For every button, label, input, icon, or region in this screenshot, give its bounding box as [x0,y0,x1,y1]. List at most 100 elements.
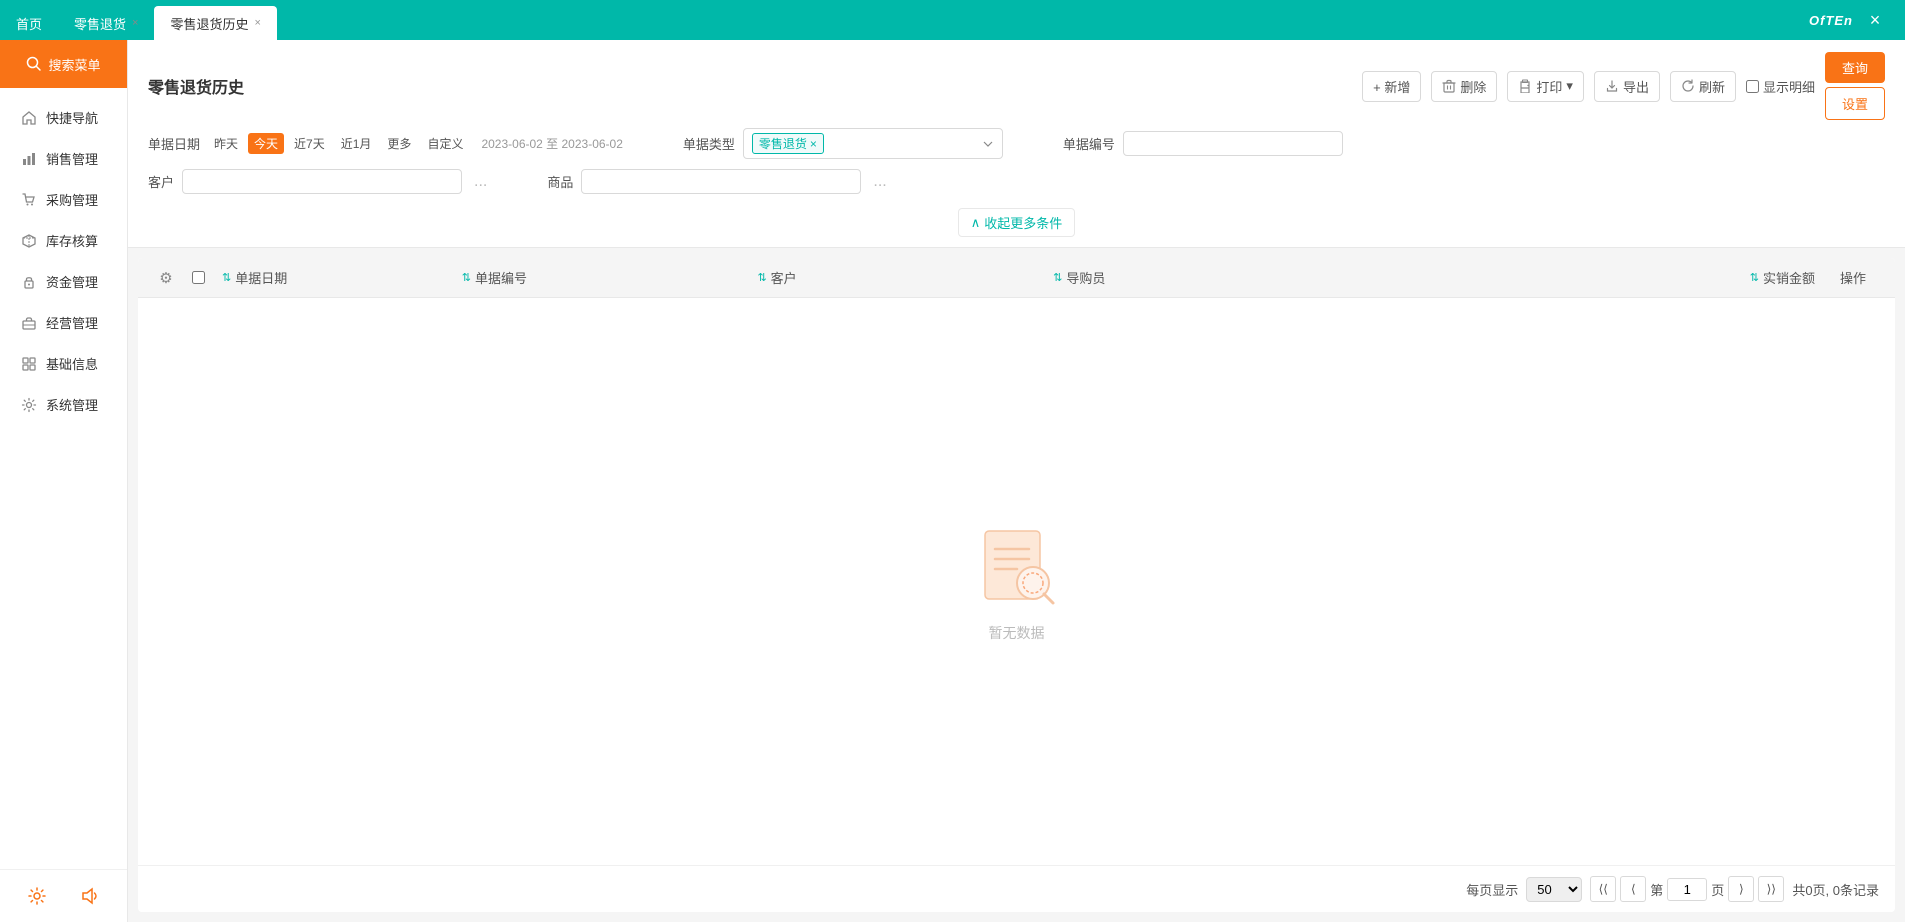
date-btn-more[interactable]: 更多 [381,133,417,154]
filter-type-item: 单据类型 零售退货 × [683,128,1003,159]
type-tag-close[interactable]: × [810,137,817,151]
sidebar-item-finance-label: 资金管理 [46,272,98,291]
print-icon [1518,79,1532,93]
date-btn-custom[interactable]: 自定义 [421,133,469,154]
top-bar: 首页 零售退货 × 零售退货历史 × OfTEn × [0,0,1905,40]
collapse-up-icon: ∧ [971,215,981,231]
goods-dots[interactable]: ... [873,173,886,191]
show-detail-checkbox-label[interactable]: 显示明细 [1746,77,1815,96]
page-title: 零售退货历史 [148,74,244,98]
sidebar-item-sales-label: 销售管理 [46,149,98,168]
sidebar-item-system-mgmt[interactable]: 系统管理 [4,385,123,424]
tab-retail-return-history[interactable]: 零售退货历史 × [154,6,276,40]
empty-state: 暂无数据 [138,298,1895,865]
settings-bottom-icon[interactable] [21,880,53,912]
window-close-button[interactable]: × [1861,6,1889,34]
customer-dots[interactable]: ... [474,173,487,191]
topbar-right: OfTEn × [1809,6,1905,34]
select-all-checkbox[interactable] [192,271,205,284]
export-icon [1605,79,1619,93]
box-icon [20,232,38,250]
empty-illustration [967,521,1067,611]
goods-filter-input[interactable] [581,169,861,194]
date-btn-7days[interactable]: 近7天 [288,133,331,154]
th-customer-label: 客户 [771,268,797,287]
query-button[interactable]: 查询 [1825,52,1885,83]
first-page-button[interactable]: ⟨⟨ [1590,876,1616,902]
sidebar-item-inventory-label: 库存核算 [46,231,98,250]
page-number-input[interactable] [1667,878,1707,901]
filter-date-item: 单据日期 昨天 今天 近7天 近1月 更多 自定义 2023-06-02 至 2… [148,133,623,154]
th-amount-label: 实销金额 [1763,268,1815,287]
filter-number-item: 单据编号 [1063,131,1343,156]
sidebar-item-inventory[interactable]: 库存核算 [4,221,123,260]
customer-filter-input[interactable] [182,169,462,194]
lock-icon [20,273,38,291]
collapse-label: 收起更多条件 [984,213,1062,232]
sidebar-item-finance[interactable]: 资金管理 [4,262,123,301]
tab-retail-return-label: 零售退货 [74,14,126,33]
tab-home[interactable]: 首页 [0,6,58,40]
page-size-select[interactable]: 20 50 100 [1526,877,1582,902]
tab-retail-return-close[interactable]: × [132,17,138,29]
sidebar-search-label: 搜索菜单 [48,55,100,74]
settings-button[interactable]: 设置 [1825,87,1885,120]
type-filter-select[interactable]: 零售退货 × [743,128,1003,159]
date-btn-1month[interactable]: 近1月 [335,133,378,154]
th-guide[interactable]: ⇅ 导购员 [1045,268,1620,287]
th-customer-icon: ⇅ [757,271,766,284]
th-amount-icon: ⇅ [1750,271,1759,284]
total-info: 共0页, 0条记录 [1792,880,1879,899]
prev-page-button[interactable]: ⟨ [1620,876,1646,902]
sidebar: 搜索菜单 快捷导航 销售管理 [0,40,128,922]
refresh-button[interactable]: 刷新 [1670,71,1736,102]
main-layout: 搜索菜单 快捷导航 销售管理 [0,40,1905,922]
new-button[interactable]: + 新增 [1362,71,1421,102]
collapse-button[interactable]: ∧ 收起更多条件 [958,208,1076,237]
delete-button[interactable]: 删除 [1431,71,1497,102]
brand-label: OfTEn [1809,13,1853,28]
sidebar-item-basic-info[interactable]: 基础信息 [4,344,123,383]
print-label: 打印 [1536,77,1562,96]
volume-icon[interactable] [74,880,106,912]
customer-filter-label: 客户 [148,172,174,191]
date-btn-yesterday[interactable]: 昨天 [208,133,244,154]
sidebar-item-operations[interactable]: 经营管理 [4,303,123,342]
type-dropdown-icon [982,138,994,150]
table-container: ⚙ ⇅ 单据日期 ⇅ 单据编号 ⇅ 客户 ⇅ [138,258,1895,912]
print-button[interactable]: 打印 ▾ [1507,71,1584,102]
pagination: 每页显示 20 50 100 ⟨⟨ ⟨ 第 页 ⟩ ⟩⟩ 共0页, 0条记录 [138,865,1895,912]
refresh-icon [1681,79,1695,93]
export-label: 导出 [1623,77,1649,96]
number-filter-input[interactable] [1123,131,1343,156]
th-customer[interactable]: ⇅ 客户 [749,268,1045,287]
th-ops-label: 操作 [1840,268,1866,287]
th-amount[interactable]: ⇅ 实销金额 [1621,268,1823,287]
date-btn-today[interactable]: 今天 [248,133,284,154]
sidebar-item-purchase-mgmt[interactable]: 采购管理 [4,180,123,219]
tab-retail-return[interactable]: 零售退货 × [58,6,154,40]
export-button[interactable]: 导出 [1594,71,1660,102]
sidebar-bottom [0,869,127,922]
th-settings[interactable]: ⚙ [150,269,182,287]
page-header-section: 零售退货历史 + 新增 删除 打印 ▾ [128,40,1905,248]
th-number[interactable]: ⇅ 单据编号 [454,268,750,287]
new-label: + 新增 [1373,77,1410,96]
delete-icon [1442,79,1456,93]
th-date[interactable]: ⇅ 单据日期 [214,268,454,287]
sidebar-item-purchase-label: 采购管理 [46,190,98,209]
tab-retail-return-history-close[interactable]: × [254,17,260,29]
sidebar-item-system-label: 系统管理 [46,395,98,414]
sidebar-item-basic-info-label: 基础信息 [46,354,98,373]
sidebar-search[interactable]: 搜索菜单 [0,40,127,88]
sidebar-item-quick-nav-label: 快捷导航 [46,108,98,127]
sidebar-item-sales-mgmt[interactable]: 销售管理 [4,139,123,178]
th-checkbox[interactable] [182,271,214,284]
last-page-button[interactable]: ⟩⟩ [1758,876,1784,902]
show-detail-checkbox[interactable] [1746,80,1759,93]
search-icon [26,56,42,72]
sidebar-nav: 快捷导航 销售管理 采购管理 [0,88,127,434]
sidebar-item-quick-nav[interactable]: 快捷导航 [4,98,123,137]
next-page-button[interactable]: ⟩ [1728,876,1754,902]
table-header: ⚙ ⇅ 单据日期 ⇅ 单据编号 ⇅ 客户 ⇅ [138,258,1895,298]
